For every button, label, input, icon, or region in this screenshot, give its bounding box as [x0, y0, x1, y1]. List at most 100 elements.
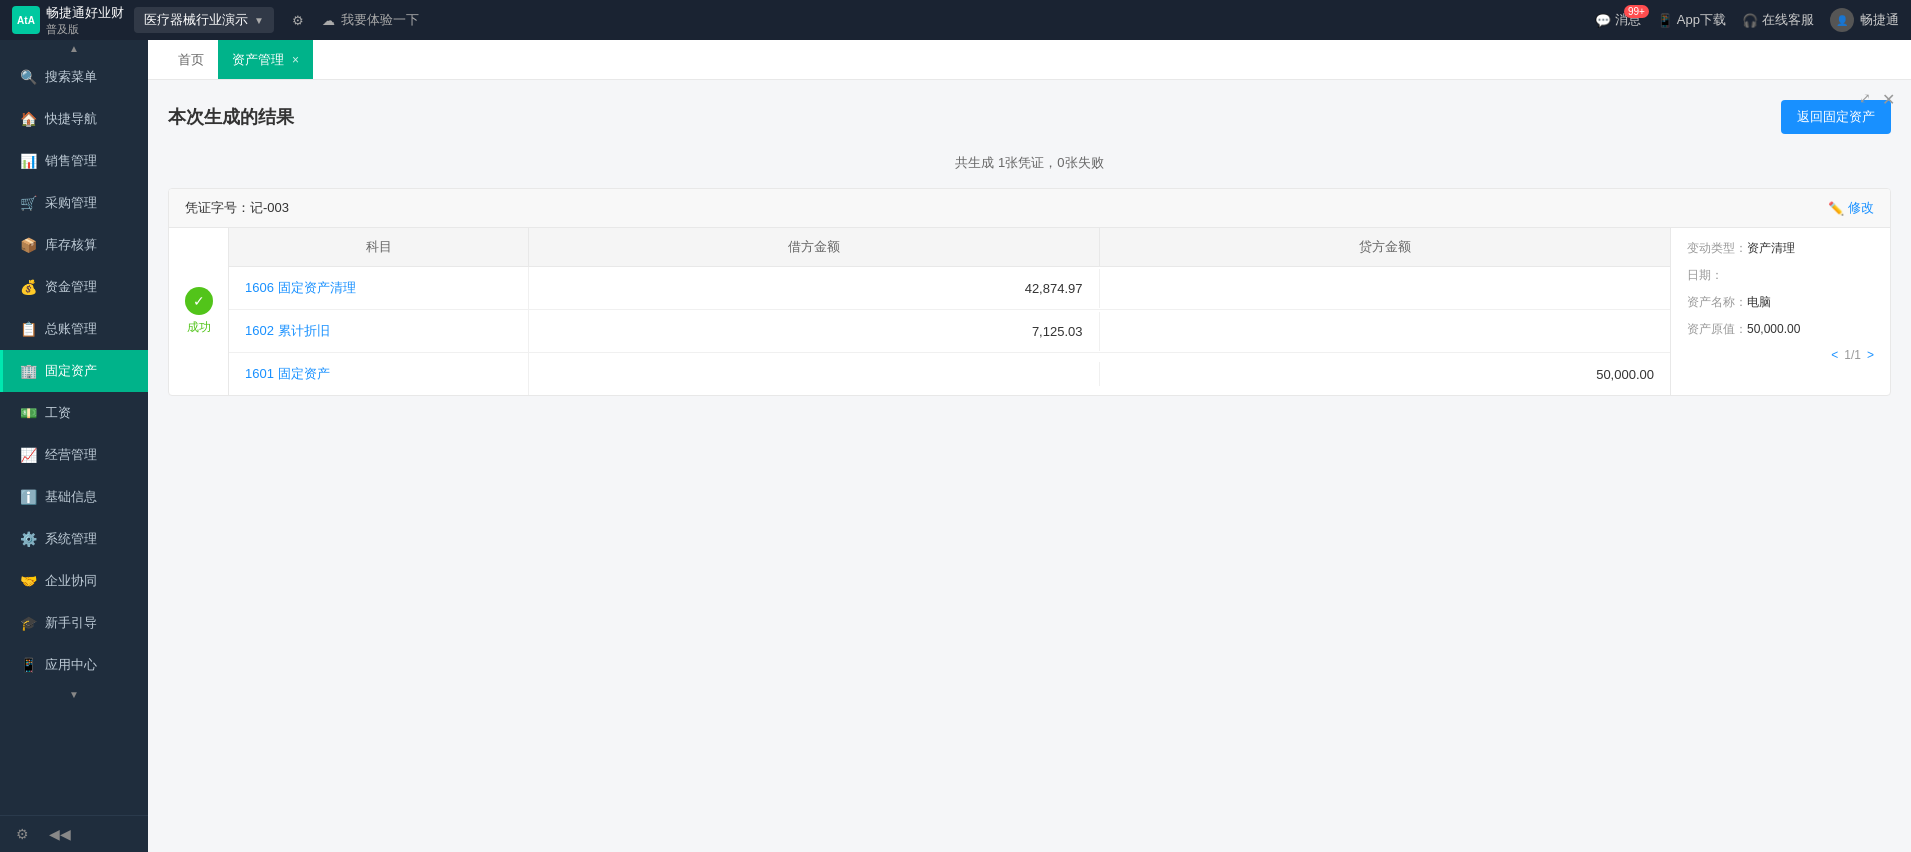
voucher-table: ✓ 成功 科目 借方金额 贷方金额 1606 固定资产清理 4 — [169, 228, 1890, 395]
sidebar-footer: ⚙ ◀◀ — [0, 815, 148, 852]
logo-area: AtA 畅捷通好业财 普及版 — [12, 4, 124, 37]
date-row: 日期： — [1687, 267, 1874, 284]
sidebar-item-guide[interactable]: 🎓 新手引导 — [0, 602, 148, 644]
sidebar-item-search[interactable]: 🔍 搜索菜单 — [0, 56, 148, 98]
sidebar-item-fixed-assets[interactable]: 🏢 固定资产 — [0, 350, 148, 392]
sidebar-item-label: 工资 — [45, 404, 71, 422]
cell-credit-1 — [1100, 276, 1671, 300]
sidebar-item-label: 总账管理 — [45, 320, 97, 338]
voucher-section: 凭证字号：记-003 ✏️ 修改 ✓ 成功 — [168, 188, 1891, 396]
panel-close-icon[interactable]: ✕ — [1882, 90, 1895, 109]
cell-subject-2: 1602 累计折旧 — [229, 310, 529, 352]
result-header: 本次生成的结果 返回固定资产 — [168, 100, 1891, 134]
message-icon: 💬 — [1595, 13, 1611, 28]
pagination-prev-icon[interactable]: < — [1831, 348, 1838, 362]
panel-expand-icon[interactable]: ⤢ — [1859, 90, 1871, 106]
workspace-chevron-icon: ▼ — [254, 15, 264, 26]
sidebar-item-label: 系统管理 — [45, 530, 97, 548]
table-header: 科目 借方金额 贷方金额 — [229, 228, 1670, 267]
change-type-row: 变动类型： 资产清理 — [1687, 240, 1874, 257]
username: 畅捷通 — [1860, 11, 1899, 29]
search-icon: 🔍 — [19, 68, 37, 86]
tab-close-icon[interactable]: × — [292, 53, 299, 67]
voucher-number: 凭证字号：记-003 — [185, 199, 289, 217]
cell-subject-1: 1606 固定资产清理 — [229, 267, 529, 309]
summary-text: 共生成 1张凭证，0张失败 — [168, 154, 1891, 172]
experience-button[interactable]: ☁ 我要体验一下 — [322, 11, 419, 29]
sidebar: ▲ 🔍 搜索菜单 🏠 快捷导航 📊 销售管理 🛒 采购管理 📦 库存核算 💰 资… — [0, 40, 148, 852]
header-subject: 科目 — [229, 228, 529, 266]
basic-info-icon: ℹ️ — [19, 488, 37, 506]
original-value-row: 资产原值： 50,000.00 — [1687, 321, 1874, 338]
asset-name-value: 电脑 — [1747, 294, 1771, 311]
sidebar-item-label: 基础信息 — [45, 488, 97, 506]
return-button[interactable]: 返回固定资产 — [1781, 100, 1891, 134]
cell-credit-3: 50,000.00 — [1100, 355, 1671, 394]
sidebar-item-purchase[interactable]: 🛒 采购管理 — [0, 182, 148, 224]
sidebar-scroll-down[interactable]: ▼ — [0, 686, 148, 702]
user-area[interactable]: 👤 畅捷通 — [1830, 8, 1899, 32]
sidebar-item-capital[interactable]: 💰 资金管理 — [0, 266, 148, 308]
date-label: 日期： — [1687, 267, 1747, 284]
service-icon: 🎧 — [1742, 13, 1758, 28]
edit-button[interactable]: ✏️ 修改 — [1828, 199, 1874, 217]
purchase-icon: 🛒 — [19, 194, 37, 212]
asset-name-row: 资产名称： 电脑 — [1687, 294, 1874, 311]
sidebar-item-quick-nav[interactable]: 🏠 快捷导航 — [0, 98, 148, 140]
tab-asset-management[interactable]: 资产管理 × — [218, 40, 313, 79]
online-service-button[interactable]: 🎧 在线客服 — [1742, 11, 1814, 29]
salary-icon: 💵 — [19, 404, 37, 422]
message-badge: 99+ — [1624, 5, 1649, 18]
message-button[interactable]: 💬 消息 99+ — [1595, 11, 1641, 29]
sidebar-item-system[interactable]: ⚙️ 系统管理 — [0, 518, 148, 560]
sidebar-item-inventory[interactable]: 📦 库存核算 — [0, 224, 148, 266]
ledger-icon: 📋 — [19, 320, 37, 338]
footer-collapse-icon[interactable]: ◀◀ — [49, 826, 71, 842]
sidebar-item-label: 经营管理 — [45, 446, 97, 464]
footer-settings-icon[interactable]: ⚙ — [16, 826, 29, 842]
sidebar-item-label: 快捷导航 — [45, 110, 97, 128]
sidebar-scroll-up[interactable]: ▲ — [0, 40, 148, 56]
page-content: 本次生成的结果 返回固定资产 共生成 1张凭证，0张失败 凭证字号：记-003 … — [148, 80, 1911, 852]
cell-debit-1: 42,874.97 — [529, 269, 1100, 308]
workspace-settings-icon[interactable]: ⚙ — [284, 6, 312, 34]
voucher-main-table: 科目 借方金额 贷方金额 1606 固定资产清理 42,874.97 — [229, 228, 1670, 395]
sidebar-item-label: 搜索菜单 — [45, 68, 97, 86]
app-center-icon: 📱 — [19, 656, 37, 674]
success-label: 成功 — [187, 319, 211, 336]
header-left: AtA 畅捷通好业财 普及版 医疗器械行业演示 ▼ ⚙ ☁ 我要体验一下 — [12, 4, 419, 37]
sidebar-item-label: 库存核算 — [45, 236, 97, 254]
header-debit: 借方金额 — [529, 228, 1100, 266]
cell-subject-3: 1601 固定资产 — [229, 353, 529, 395]
sidebar-item-enterprise[interactable]: 🤝 企业协同 — [0, 560, 148, 602]
sidebar-item-label: 销售管理 — [45, 152, 97, 170]
sidebar-item-sales[interactable]: 📊 销售管理 — [0, 140, 148, 182]
change-type-value: 资产清理 — [1747, 240, 1795, 257]
pagination-next-icon[interactable]: > — [1867, 348, 1874, 362]
sidebar-item-general-ledger[interactable]: 📋 总账管理 — [0, 308, 148, 350]
cell-debit-2: 7,125.03 — [529, 312, 1100, 351]
cell-credit-2 — [1100, 319, 1671, 343]
sidebar-item-basic-info[interactable]: ℹ️ 基础信息 — [0, 476, 148, 518]
workspace-selector[interactable]: 医疗器械行业演示 ▼ — [134, 7, 274, 33]
capital-icon: 💰 — [19, 278, 37, 296]
header-right: 💬 消息 99+ 📱 App下载 🎧 在线客服 👤 畅捷通 — [1595, 8, 1899, 32]
sidebar-item-app-center[interactable]: 📱 应用中心 — [0, 644, 148, 686]
app-download-button[interactable]: 📱 App下载 — [1657, 11, 1726, 29]
cell-debit-3 — [529, 362, 1100, 386]
content-area: 首页 资产管理 × 本次生成的结果 返回固定资产 共生成 1张凭证，0张失败 凭… — [148, 40, 1911, 852]
voucher-header: 凭证字号：记-003 ✏️ 修改 — [169, 189, 1890, 228]
table-row: 1601 固定资产 50,000.00 — [229, 353, 1670, 395]
tab-bar: 首页 资产管理 × — [148, 40, 1911, 80]
enterprise-icon: 🤝 — [19, 572, 37, 590]
tab-home[interactable]: 首页 — [164, 40, 218, 79]
top-header: AtA 畅捷通好业财 普及版 医疗器械行业演示 ▼ ⚙ ☁ 我要体验一下 💬 消… — [0, 0, 1911, 40]
success-indicator: ✓ 成功 — [169, 228, 229, 395]
sidebar-item-operations[interactable]: 📈 经营管理 — [0, 434, 148, 476]
success-circle-icon: ✓ — [185, 287, 213, 315]
inventory-icon: 📦 — [19, 236, 37, 254]
sidebar-item-salary[interactable]: 💵 工资 — [0, 392, 148, 434]
side-info-panel: 变动类型： 资产清理 日期： 资产名称： 电脑 资产原值： — [1670, 228, 1890, 395]
pagination-text: 1/1 — [1844, 348, 1861, 362]
guide-icon: 🎓 — [19, 614, 37, 632]
